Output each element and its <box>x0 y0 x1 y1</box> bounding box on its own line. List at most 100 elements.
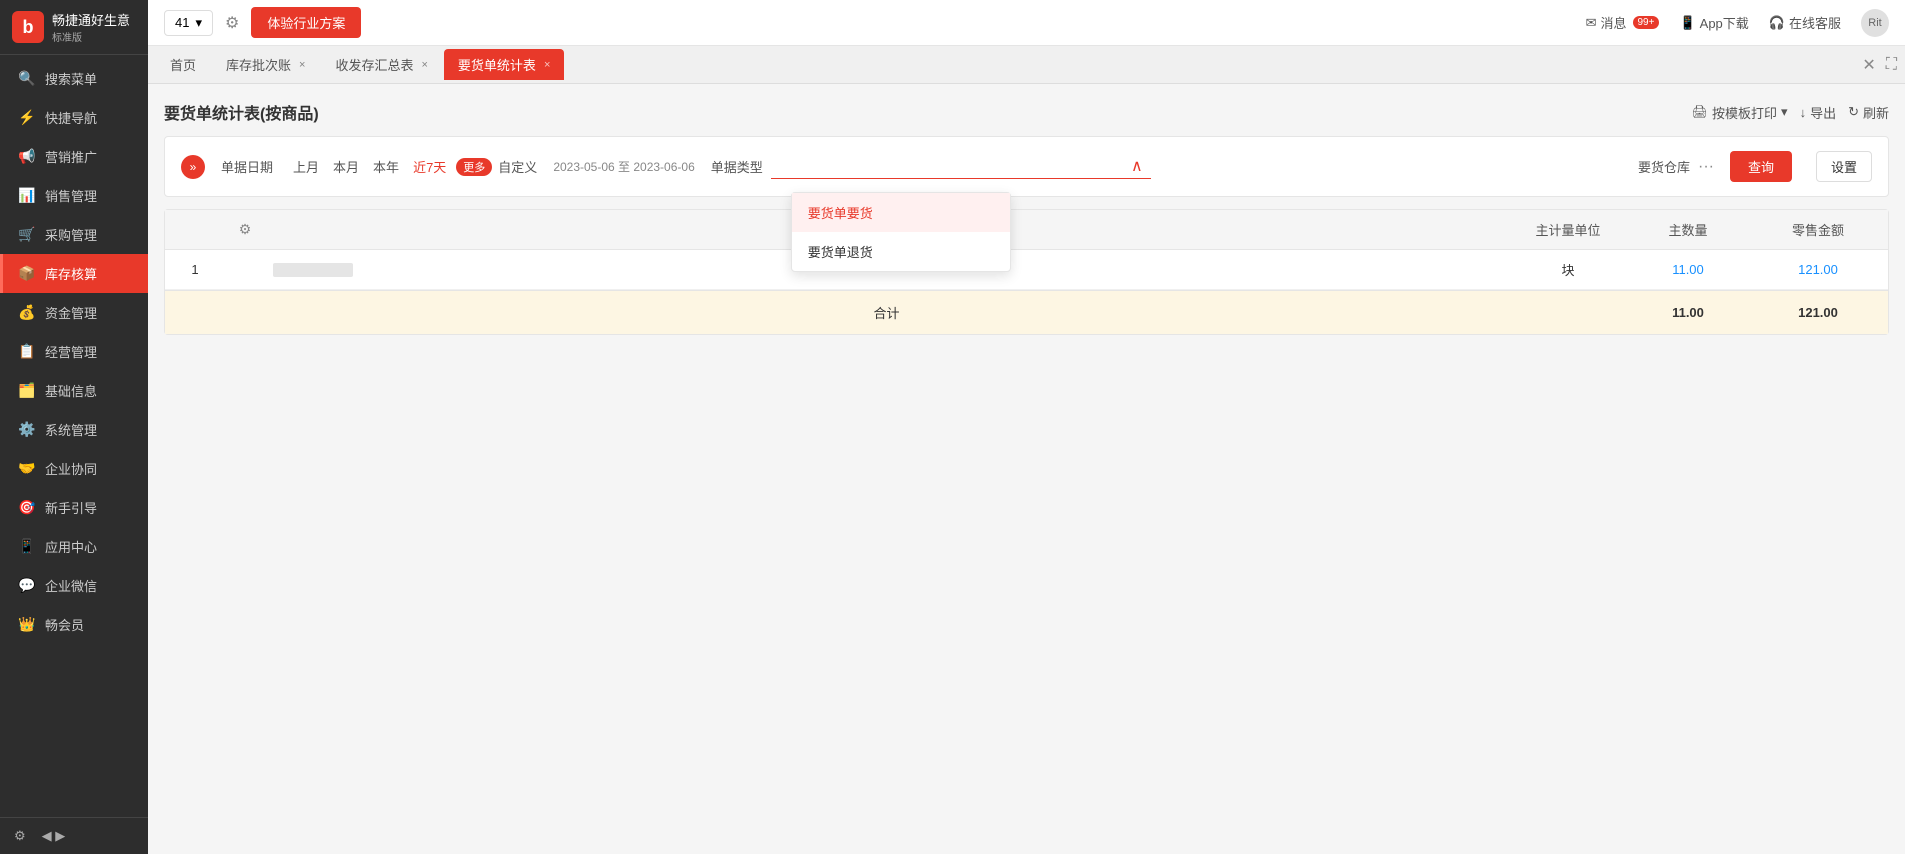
product-placeholder <box>273 263 353 277</box>
more-tag[interactable]: 更多 <box>456 158 492 176</box>
print-icon: 🖨 <box>1692 104 1709 120</box>
date-btn-this-month[interactable]: 本月 <box>329 155 363 178</box>
topbar: 41 ▾ ⚙ 体验行业方案 ✉ 消息 99+ 📱 App下载 🎧 在线客服 Ri… <box>148 0 1905 46</box>
dropdown-item-order-return[interactable]: 要货单退货 <box>792 232 1010 271</box>
tabbar: 首页 库存批次账 × 收发存汇总表 × 要货单统计表 × ✕ ⛶ <box>148 46 1905 84</box>
sidebar-item-search[interactable]: 🔍 搜索菜单 <box>0 59 148 98</box>
brand-name: 畅捷通好生意 <box>52 10 130 29</box>
sidebar-bottom: ⚙ ◀ ▶ <box>0 817 148 854</box>
sidebar-item-shortcut[interactable]: ⚡ 快捷导航 <box>0 98 148 137</box>
tab-home[interactable]: 首页 <box>156 49 210 80</box>
sales-icon: 📊 <box>17 187 37 204</box>
export-btn[interactable]: ↓ 导出 <box>1800 103 1837 122</box>
tf-total-label: 合计 <box>265 303 1508 322</box>
sidebar-collapse-btn[interactable]: ◀ ▶ <box>42 828 66 844</box>
sidebar-item-label: 经营管理 <box>45 342 97 361</box>
topbar-right: ✉ 消息 99+ 📱 App下载 🎧 在线客服 Rit <box>1586 9 1889 37</box>
dropdown-item-order-goods[interactable]: 要货单要货 <box>792 193 1010 232</box>
sidebar-item-label: 企业协同 <box>45 459 97 478</box>
settings-button[interactable]: 设置 <box>1816 151 1872 182</box>
sidebar-item-purchase[interactable]: 🛒 采购管理 <box>0 215 148 254</box>
date-label: 单据日期 <box>221 157 273 176</box>
sidebar-item-inventory[interactable]: 📦 库存核算 <box>0 254 148 293</box>
page-actions: 🖨 按模板打印 ▾ ↓ 导出 ↻ 刷新 <box>1692 103 1890 122</box>
th-settings[interactable]: ⚙ <box>225 221 265 238</box>
message-label: 消息 <box>1600 13 1626 32</box>
tabbar-expand-btn[interactable]: ⛶ <box>1886 56 1897 74</box>
basic-icon: 🗂️ <box>17 382 37 399</box>
sidebar-item-guide[interactable]: 🎯 新手引导 <box>0 488 148 527</box>
table-footer: 合计 11.00 121.00 <box>165 290 1888 334</box>
tab-summary-close[interactable]: × <box>421 59 427 71</box>
appstore-icon: 📱 <box>17 538 37 555</box>
online-service-btn[interactable]: 🎧 在线客服 <box>1769 13 1841 32</box>
operation-icon: 📋 <box>17 343 37 360</box>
export-label: 导出 <box>1810 103 1836 122</box>
warehouse-label: 要货仓库 <box>1638 157 1690 176</box>
app-download-label: App下载 <box>1700 13 1749 32</box>
date-shortcuts: 上月 本月 本年 近7天 更多 自定义 <box>289 155 537 178</box>
app-download-btn[interactable]: 📱 App下载 <box>1679 13 1748 32</box>
user-avatar[interactable]: Rit <box>1861 9 1889 37</box>
sidebar-item-finance[interactable]: 💰 资金管理 <box>0 293 148 332</box>
purchase-icon: 🛒 <box>17 226 37 243</box>
message-badge: 99+ <box>1633 16 1660 29</box>
tf-total-amount: 121.00 <box>1748 305 1888 320</box>
message-btn[interactable]: ✉ 消息 99+ <box>1586 13 1660 32</box>
online-service-label: 在线客服 <box>1789 13 1841 32</box>
tab-home-label: 首页 <box>170 55 196 74</box>
type-input[interactable] <box>779 159 1131 174</box>
sidebar-item-member[interactable]: 👑 畅会员 <box>0 605 148 644</box>
tab-batch[interactable]: 库存批次账 × <box>212 49 319 80</box>
tab-batch-close[interactable]: × <box>299 59 305 71</box>
print-btn[interactable]: 🖨 按模板打印 ▾ <box>1692 103 1788 122</box>
refresh-btn[interactable]: ↻ 刷新 <box>1848 103 1889 122</box>
service-icon: 🎧 <box>1769 15 1785 31</box>
filter-expand-btn[interactable]: » <box>181 155 205 179</box>
enterprise-icon: 🤝 <box>17 460 37 477</box>
sidebar-item-label: 采购管理 <box>45 225 97 244</box>
date-btn-7days[interactable]: 近7天 <box>409 155 450 178</box>
query-button[interactable]: 查询 <box>1730 151 1792 182</box>
filter-warehouse-section: 要货仓库 ··· <box>1638 157 1714 176</box>
table-row: 1 块 11.00 121.00 <box>165 250 1888 290</box>
sidebar: b 畅捷通好生意 标准版 🔍 搜索菜单 ⚡ 快捷导航 📢 营销推广 📊 销售管理… <box>0 0 148 854</box>
sidebar-item-marketing[interactable]: 📢 营销推广 <box>0 137 148 176</box>
sidebar-item-appstore[interactable]: 📱 应用中心 <box>0 527 148 566</box>
topbar-left: 41 ▾ ⚙ 体验行业方案 <box>164 7 361 38</box>
td-amount[interactable]: 121.00 <box>1748 262 1888 277</box>
tab-order[interactable]: 要货单统计表 × <box>444 49 564 80</box>
td-qty[interactable]: 11.00 <box>1628 262 1748 277</box>
date-custom-btn[interactable]: 自定义 <box>498 157 537 176</box>
date-range-display: 2023-05-06 至 2023-06-06 <box>553 158 694 175</box>
marketing-icon: 📢 <box>17 148 37 165</box>
inventory-icon: 📦 <box>17 265 37 282</box>
topbar-settings-icon[interactable]: ⚙ <box>225 13 239 33</box>
tab-order-close[interactable]: × <box>544 59 550 71</box>
sidebar-settings-btn[interactable]: ⚙ <box>14 828 26 844</box>
sidebar-logo-text: 畅捷通好生意 标准版 <box>52 10 130 44</box>
sidebar-item-operation[interactable]: 📋 经营管理 <box>0 332 148 371</box>
trial-button[interactable]: 体验行业方案 <box>251 7 361 38</box>
date-btn-this-year[interactable]: 本年 <box>369 155 403 178</box>
sidebar-item-sales[interactable]: 📊 销售管理 <box>0 176 148 215</box>
tab-order-label: 要货单统计表 <box>458 55 536 74</box>
type-clear-btn[interactable]: ∧ <box>1131 156 1143 176</box>
tabbar-close-btn[interactable]: ✕ <box>1862 55 1875 75</box>
sidebar-item-wechat[interactable]: 💬 企业微信 <box>0 566 148 605</box>
tab-batch-label: 库存批次账 <box>226 55 291 74</box>
sidebar-item-basic[interactable]: 🗂️ 基础信息 <box>0 371 148 410</box>
sidebar-item-system[interactable]: ⚙️ 系统管理 <box>0 410 148 449</box>
guide-icon: 🎯 <box>17 499 37 516</box>
date-btn-last-month[interactable]: 上月 <box>289 155 323 178</box>
page-header: 要货单统计表(按商品) 🖨 按模板打印 ▾ ↓ 导出 ↻ 刷新 <box>164 100 1889 124</box>
tab-summary[interactable]: 收发存汇总表 × <box>321 49 441 80</box>
refresh-icon: ↻ <box>1848 104 1859 120</box>
warehouse-more-btn[interactable]: ··· <box>1698 158 1714 176</box>
store-selector[interactable]: 41 ▾ <box>164 10 213 36</box>
page-content: 要货单统计表(按商品) 🖨 按模板打印 ▾ ↓ 导出 ↻ 刷新 <box>148 84 1905 854</box>
sidebar-item-enterprise[interactable]: 🤝 企业协同 <box>0 449 148 488</box>
shortcut-icon: ⚡ <box>17 109 37 126</box>
brand-sub: 标准版 <box>52 29 130 44</box>
sidebar-item-label: 库存核算 <box>45 264 97 283</box>
